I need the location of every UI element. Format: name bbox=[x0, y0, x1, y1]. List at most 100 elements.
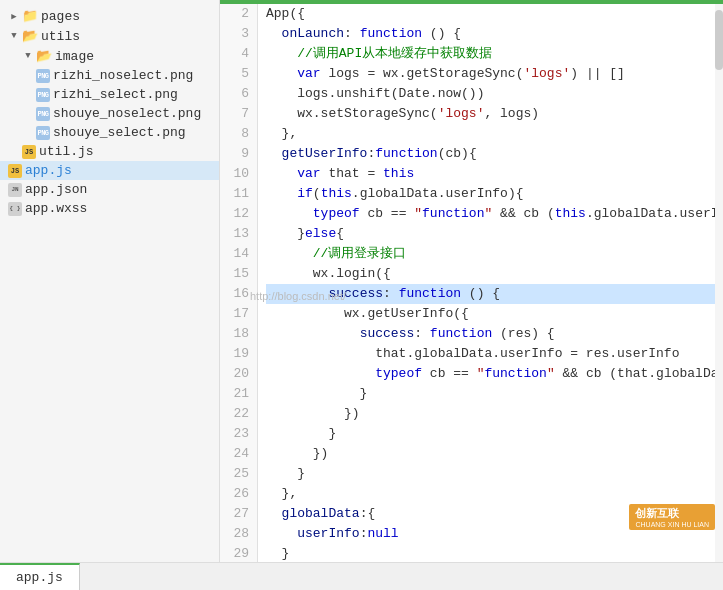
chevron-right-icon: ▶ bbox=[8, 10, 20, 22]
code-line[interactable]: }, bbox=[266, 124, 723, 144]
sidebar-item-label: app.wxss bbox=[25, 201, 87, 216]
code-line[interactable]: wx.getUserInfo({ bbox=[266, 304, 723, 324]
line-number: 16 bbox=[220, 284, 257, 304]
line-number: 19 bbox=[220, 344, 257, 364]
line-number: 22 bbox=[220, 404, 257, 424]
sidebar-item-label: rizhi_noselect.png bbox=[53, 68, 193, 83]
sidebar-item-label: util.js bbox=[39, 144, 94, 159]
sidebar-item-shouye-select[interactable]: PNG shouye_select.png bbox=[0, 123, 219, 142]
sidebar-item-app-json[interactable]: JN app.json bbox=[0, 180, 219, 199]
sidebar-item-label: rizhi_select.png bbox=[53, 87, 178, 102]
sidebar-item-rizhi-noselect[interactable]: PNG rizhi_noselect.png bbox=[0, 66, 219, 85]
line-number: 28 bbox=[220, 524, 257, 544]
png-file-icon: PNG bbox=[36, 88, 50, 102]
code-line[interactable]: success: function () { bbox=[266, 284, 723, 304]
code-line[interactable]: logs.unshift(Date.now()) bbox=[266, 84, 723, 104]
code-line[interactable]: }) bbox=[266, 444, 723, 464]
code-line[interactable]: onLaunch: function () { bbox=[266, 24, 723, 44]
file-tree[interactable]: ▶ 📁 pages ▼ 📂 utils ▼ 📂 image PNG rizhi_… bbox=[0, 0, 220, 562]
wxss-file-icon: { } bbox=[8, 202, 22, 216]
line-numbers: 2345678910111213141516171819202122232425… bbox=[220, 4, 258, 562]
sidebar-item-label: app.js bbox=[25, 163, 72, 178]
code-lines[interactable]: App({ onLaunch: function () { //调用API从本地… bbox=[258, 4, 723, 562]
scrollbar-track[interactable] bbox=[715, 0, 723, 562]
line-number: 21 bbox=[220, 384, 257, 404]
code-line[interactable]: }, bbox=[266, 484, 723, 504]
line-number: 6 bbox=[220, 84, 257, 104]
sidebar-item-app-js[interactable]: JS app.js bbox=[0, 161, 219, 180]
code-line[interactable]: that.globalData.userInfo = res.userInfo bbox=[266, 344, 723, 364]
js-file-icon: JS bbox=[22, 145, 36, 159]
line-number: 26 bbox=[220, 484, 257, 504]
line-number: 25 bbox=[220, 464, 257, 484]
sidebar-item-image[interactable]: ▼ 📂 image bbox=[0, 46, 219, 66]
brand-badge: 创新互联 CHUANG XIN HU LIAN bbox=[629, 504, 715, 530]
line-number: 5 bbox=[220, 64, 257, 84]
line-number: 4 bbox=[220, 44, 257, 64]
sidebar-item-label: app.json bbox=[25, 182, 87, 197]
code-line[interactable]: App({ bbox=[266, 4, 723, 24]
code-line[interactable]: typeof cb == "function" && cb (that.glob… bbox=[266, 364, 723, 384]
line-number: 15 bbox=[220, 264, 257, 284]
sidebar-item-label: shouye_select.png bbox=[53, 125, 186, 140]
line-number: 20 bbox=[220, 364, 257, 384]
code-line[interactable]: //调用API从本地缓存中获取数据 bbox=[266, 44, 723, 64]
code-line[interactable]: wx.login({ bbox=[266, 264, 723, 284]
line-number: 2 bbox=[220, 4, 257, 24]
sidebar-item-util-js[interactable]: JS util.js bbox=[0, 142, 219, 161]
tab-app-js[interactable]: app.js bbox=[0, 563, 80, 590]
code-line[interactable]: wx.setStorageSync('logs', logs) bbox=[266, 104, 723, 124]
code-line[interactable]: //调用登录接口 bbox=[266, 244, 723, 264]
line-number: 29 bbox=[220, 544, 257, 562]
code-line[interactable]: typeof cb == "function" && cb (this.glob… bbox=[266, 204, 723, 224]
sidebar-item-label: pages bbox=[41, 9, 80, 24]
tab-bar: app.js bbox=[0, 562, 723, 590]
code-line[interactable]: getUserInfo:function(cb){ bbox=[266, 144, 723, 164]
line-number: 23 bbox=[220, 424, 257, 444]
line-number: 11 bbox=[220, 184, 257, 204]
code-line[interactable]: }else{ bbox=[266, 224, 723, 244]
sidebar-item-label: image bbox=[55, 49, 94, 64]
line-number: 9 bbox=[220, 144, 257, 164]
scrollbar-thumb[interactable] bbox=[715, 10, 723, 70]
sidebar-item-label: utils bbox=[41, 29, 80, 44]
folder-icon: 📂 bbox=[36, 48, 52, 64]
png-file-icon: PNG bbox=[36, 69, 50, 83]
json-file-icon: JN bbox=[8, 183, 22, 197]
png-file-icon: PNG bbox=[36, 126, 50, 140]
line-number: 12 bbox=[220, 204, 257, 224]
chevron-down-icon: ▼ bbox=[22, 50, 34, 62]
line-number: 3 bbox=[220, 24, 257, 44]
line-number: 10 bbox=[220, 164, 257, 184]
sidebar-item-app-wxss[interactable]: { } app.wxss bbox=[0, 199, 219, 218]
code-line[interactable]: } bbox=[266, 424, 723, 444]
png-file-icon: PNG bbox=[36, 107, 50, 121]
line-number: 14 bbox=[220, 244, 257, 264]
folder-icon: 📂 bbox=[22, 28, 38, 44]
line-number: 8 bbox=[220, 124, 257, 144]
sidebar-item-shouye-noselect[interactable]: PNG shouye_noselect.png bbox=[0, 104, 219, 123]
code-line[interactable]: } bbox=[266, 544, 723, 562]
line-number: 13 bbox=[220, 224, 257, 244]
folder-icon: 📁 bbox=[22, 8, 38, 24]
sidebar-item-pages[interactable]: ▶ 📁 pages bbox=[0, 6, 219, 26]
code-line[interactable]: }) bbox=[266, 404, 723, 424]
brand-line2: CHUANG XIN HU LIAN bbox=[635, 521, 709, 528]
code-line[interactable]: success: function (res) { bbox=[266, 324, 723, 344]
chevron-down-icon: ▼ bbox=[8, 30, 20, 42]
line-number: 18 bbox=[220, 324, 257, 344]
line-number: 24 bbox=[220, 444, 257, 464]
sidebar-item-rizhi-select[interactable]: PNG rizhi_select.png bbox=[0, 85, 219, 104]
tab-label: app.js bbox=[16, 570, 63, 585]
code-line[interactable]: if(this.globalData.userInfo){ bbox=[266, 184, 723, 204]
code-line[interactable]: } bbox=[266, 384, 723, 404]
line-number: 7 bbox=[220, 104, 257, 124]
code-line[interactable]: var logs = wx.getStorageSync('logs') || … bbox=[266, 64, 723, 84]
code-editor[interactable]: 2345678910111213141516171819202122232425… bbox=[220, 0, 723, 562]
code-line[interactable]: } bbox=[266, 464, 723, 484]
code-line[interactable]: var that = this bbox=[266, 164, 723, 184]
js-file-icon: JS bbox=[8, 164, 22, 178]
sidebar-item-label: shouye_noselect.png bbox=[53, 106, 201, 121]
brand-line1: 创新互联 bbox=[635, 506, 709, 521]
sidebar-item-utils[interactable]: ▼ 📂 utils bbox=[0, 26, 219, 46]
